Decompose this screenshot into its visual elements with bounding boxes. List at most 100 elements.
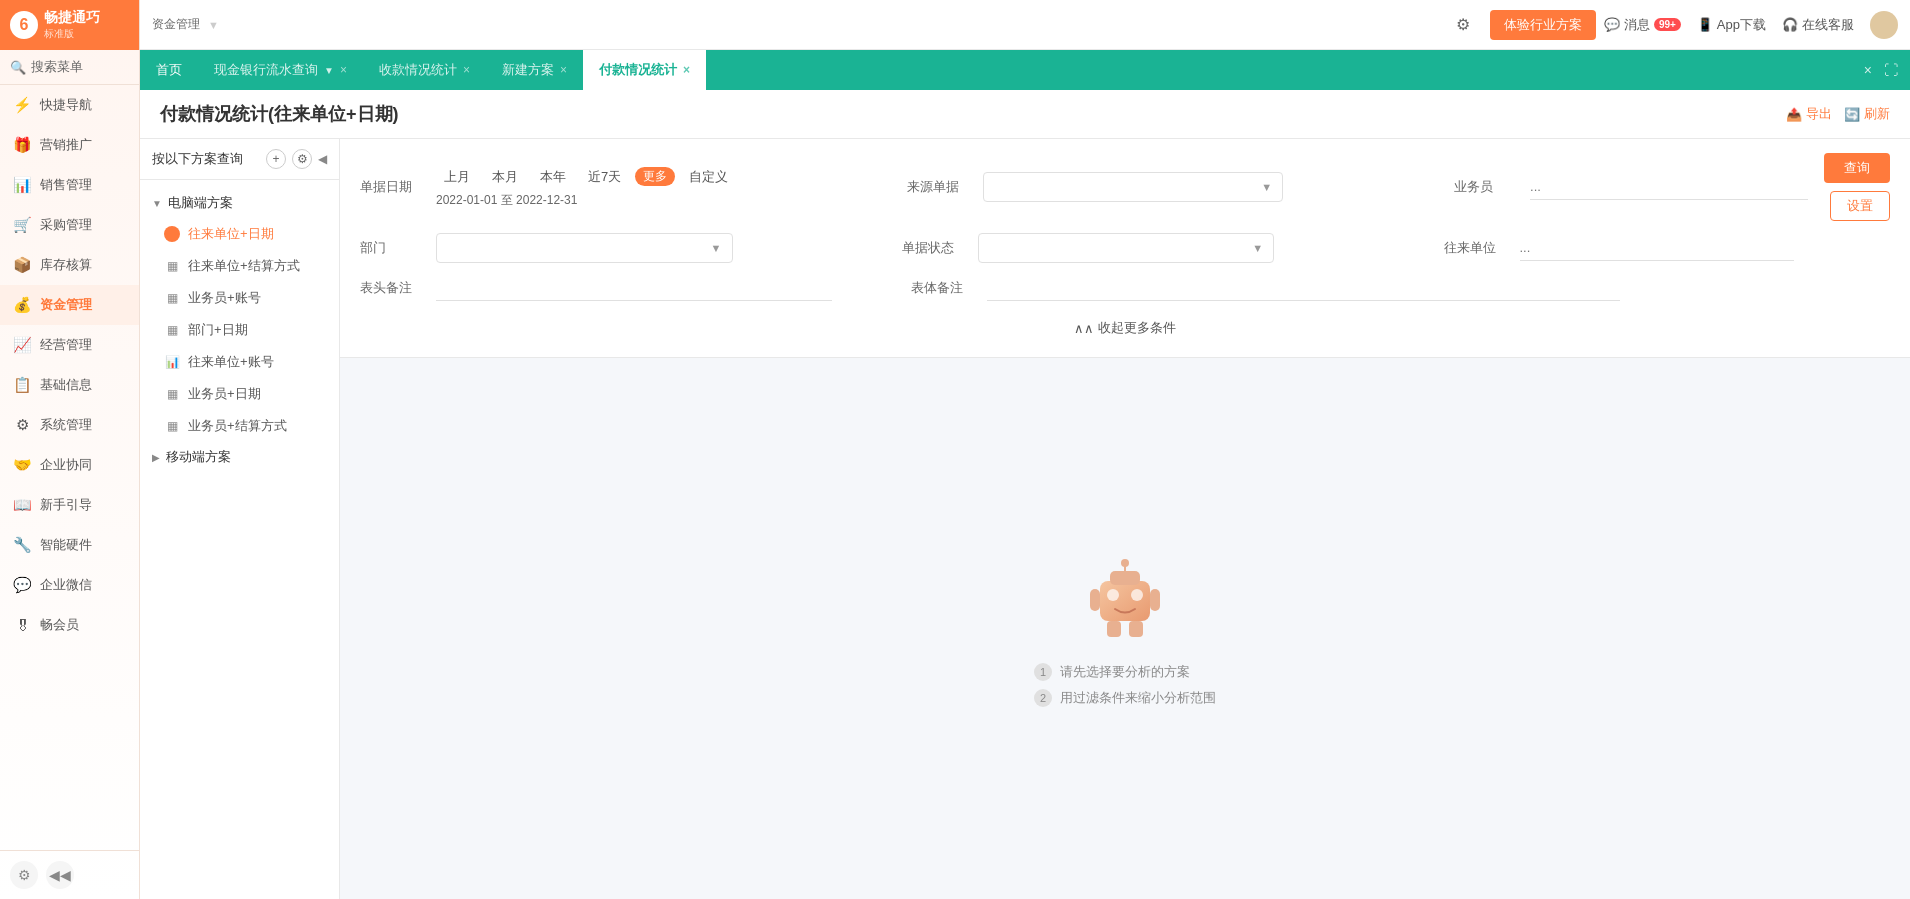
sidebar-item-label: 新手引导 — [40, 496, 92, 514]
scheme-settings-btn[interactable]: ⚙ — [292, 149, 312, 169]
online-service-btn[interactable]: 🎧 在线客服 — [1782, 16, 1854, 34]
date-opt-last-month[interactable]: 上月 — [436, 166, 478, 188]
tab-bank-flow-label: 现金银行流水查询 — [214, 61, 318, 79]
date-opt-last-7[interactable]: 近7天 — [580, 166, 629, 188]
refresh-label: 刷新 — [1864, 105, 1890, 123]
scheme-item-staff-date-label: 业务员+日期 — [188, 385, 261, 403]
svg-rect-6 — [1090, 589, 1100, 611]
scheme-item-dept-date[interactable]: ▦ 部门+日期 — [140, 314, 339, 346]
scheme-item-unit-date[interactable]: 往来单位+日期 — [140, 218, 339, 250]
tab-receipt-stats[interactable]: 收款情况统计 × — [363, 50, 486, 90]
sidebar-item-wechat[interactable]: 💬 企业微信 — [0, 565, 139, 605]
app-download-label: App下载 — [1717, 16, 1766, 34]
doc-status-select[interactable]: ▼ — [978, 233, 1275, 263]
sidebar-collapse-btn[interactable]: ◀◀ — [46, 861, 74, 889]
table-icon: ▦ — [164, 258, 180, 274]
date-opt-this-month[interactable]: 本月 — [484, 166, 526, 188]
scheme-header-label: 按以下方案查询 — [152, 150, 243, 168]
scheme-panel: 按以下方案查询 + ⚙ ◀ ▼ 电脑端方案 往来单位+日期 — [140, 139, 340, 899]
dept-select[interactable]: ▼ — [436, 233, 733, 263]
table-icon-2: ▦ — [164, 290, 180, 306]
results-area: 1 请先选择要分析的方案 2 用过滤条件来缩小分析范围 — [340, 358, 1910, 899]
tab-payment-stats[interactable]: 付款情况统计 × — [583, 50, 706, 90]
related-unit-input[interactable] — [1520, 235, 1795, 261]
scheme-item-unit-settle[interactable]: ▦ 往来单位+结算方式 — [140, 250, 339, 282]
scheme-group-mobile-header[interactable]: ▶ 移动端方案 — [140, 442, 339, 472]
tab-receipt-stats-label: 收款情况统计 — [379, 61, 457, 79]
sidebar-settings-btn[interactable]: ⚙ — [10, 861, 38, 889]
tab-new-scheme[interactable]: 新建方案 × — [486, 50, 583, 90]
filter-row-3: 表头备注 表体备注 — [360, 275, 1890, 301]
trial-button[interactable]: 体验行业方案 — [1490, 10, 1596, 40]
tab-home-label: 首页 — [156, 61, 182, 79]
scheme-group-desktop-label: 电脑端方案 — [168, 194, 233, 212]
sidebar-item-guide[interactable]: 📖 新手引导 — [0, 485, 139, 525]
header-actions: 💬 消息 99+ 📱 App下载 🎧 在线客服 — [1604, 11, 1898, 39]
tab-new-scheme-close-icon[interactable]: × — [560, 63, 567, 77]
page-header-actions: 📤 导出 🔄 刷新 — [1786, 105, 1890, 123]
scheme-item-unit-settle-label: 往来单位+结算方式 — [188, 257, 300, 275]
sidebar-item-label: 经营管理 — [40, 336, 92, 354]
tab-bank-flow[interactable]: 现金银行流水查询 ▼ × — [198, 50, 363, 90]
sidebar-item-marketing[interactable]: 🎁 营销推广 — [0, 125, 139, 165]
scheme-item-staff-date[interactable]: ▦ 业务员+日期 — [140, 378, 339, 410]
scheme-group-desktop-header[interactable]: ▼ 电脑端方案 — [140, 188, 339, 218]
tab-fullscreen-icon[interactable]: ⛶ — [1880, 60, 1902, 80]
scheme-nav: ▼ 电脑端方案 往来单位+日期 ▦ 往来单位+结算方式 ▦ 业务员+账号 — [140, 180, 339, 899]
date-opt-this-year[interactable]: 本年 — [532, 166, 574, 188]
sidebar-bottom: ⚙ ◀◀ — [0, 850, 139, 899]
tab-home[interactable]: 首页 — [140, 50, 198, 90]
scheme-item-staff-settle[interactable]: ▦ 业务员+结算方式 — [140, 410, 339, 442]
tab-receipt-close-icon[interactable]: × — [463, 63, 470, 77]
tab-payment-close-icon[interactable]: × — [683, 63, 690, 77]
messages-btn[interactable]: 💬 消息 99+ — [1604, 16, 1681, 34]
settings-button[interactable]: 设置 — [1830, 191, 1890, 221]
search-menu[interactable]: 🔍 搜索菜单 — [0, 50, 139, 85]
scheme-collapse-btn[interactable]: ◀ — [318, 152, 327, 166]
tip-num-1: 1 — [1034, 663, 1052, 681]
messages-label: 消息 — [1624, 16, 1650, 34]
sidebar-item-smart-hw[interactable]: 🔧 智能硬件 — [0, 525, 139, 565]
sidebar-item-inventory[interactable]: 📦 库存核算 — [0, 245, 139, 285]
user-avatar[interactable] — [1870, 11, 1898, 39]
sidebar-item-quick-nav[interactable]: ⚡ 快捷导航 — [0, 85, 139, 125]
query-button[interactable]: 查询 — [1824, 153, 1890, 183]
inventory-icon: 📦 — [12, 255, 32, 275]
sidebar-item-sales[interactable]: 📊 销售管理 — [0, 165, 139, 205]
empty-tip-2-text: 用过滤条件来缩小分析范围 — [1060, 689, 1216, 707]
table-body-remark-label: 表体备注 — [911, 279, 971, 297]
svg-point-5 — [1131, 589, 1143, 601]
export-btn[interactable]: 📤 导出 — [1786, 105, 1832, 123]
source-doc-select[interactable]: ▼ — [983, 172, 1283, 202]
table-body-remark-input[interactable] — [987, 275, 1620, 301]
sidebar-item-finance[interactable]: 💰 资金管理 — [0, 285, 139, 325]
chevron-up-icon: ∧∧ — [1074, 321, 1094, 336]
sidebar-item-enterprise[interactable]: 🤝 企业协同 — [0, 445, 139, 485]
staff-input[interactable] — [1530, 174, 1808, 200]
sidebar-item-purchase[interactable]: 🛒 采购管理 — [0, 205, 139, 245]
scheme-item-staff-account[interactable]: ▦ 业务员+账号 — [140, 282, 339, 314]
date-opt-custom[interactable]: 自定义 — [681, 166, 736, 188]
sidebar-item-vip[interactable]: 🎖 畅会员 — [0, 605, 139, 645]
sidebar-item-base-info[interactable]: 📋 基础信息 — [0, 365, 139, 405]
tab-bank-flow-close-icon[interactable]: × — [340, 63, 347, 77]
service-icon: 🎧 — [1782, 17, 1798, 32]
table-head-remark-input[interactable] — [436, 275, 832, 301]
app-download-btn[interactable]: 📱 App下载 — [1697, 16, 1766, 34]
empty-tip-1-text: 请先选择要分析的方案 — [1060, 663, 1190, 681]
scheme-group-mobile-arrow-icon: ▶ — [152, 452, 160, 463]
quick-nav-icon: ⚡ — [12, 95, 32, 115]
staff-label: 业务员 — [1454, 178, 1514, 196]
tab-close-all-icon[interactable]: × — [1860, 60, 1876, 80]
sidebar-item-operation[interactable]: 📈 经营管理 — [0, 325, 139, 365]
top-settings-icon[interactable]: ⚙ — [1456, 15, 1470, 34]
date-opt-more[interactable]: 更多 — [635, 167, 675, 186]
refresh-btn[interactable]: 🔄 刷新 — [1844, 105, 1890, 123]
sidebar-item-system[interactable]: ⚙ 系统管理 — [0, 405, 139, 445]
scheme-add-btn[interactable]: + — [266, 149, 286, 169]
scheme-item-unit-account[interactable]: 📊 往来单位+账号 — [140, 346, 339, 378]
message-icon: 💬 — [1604, 17, 1620, 32]
vip-icon: 🎖 — [12, 615, 32, 635]
collapse-more-btn[interactable]: ∧∧ 收起更多条件 — [360, 313, 1890, 343]
scheme-header-actions: + ⚙ ◀ — [266, 149, 327, 169]
